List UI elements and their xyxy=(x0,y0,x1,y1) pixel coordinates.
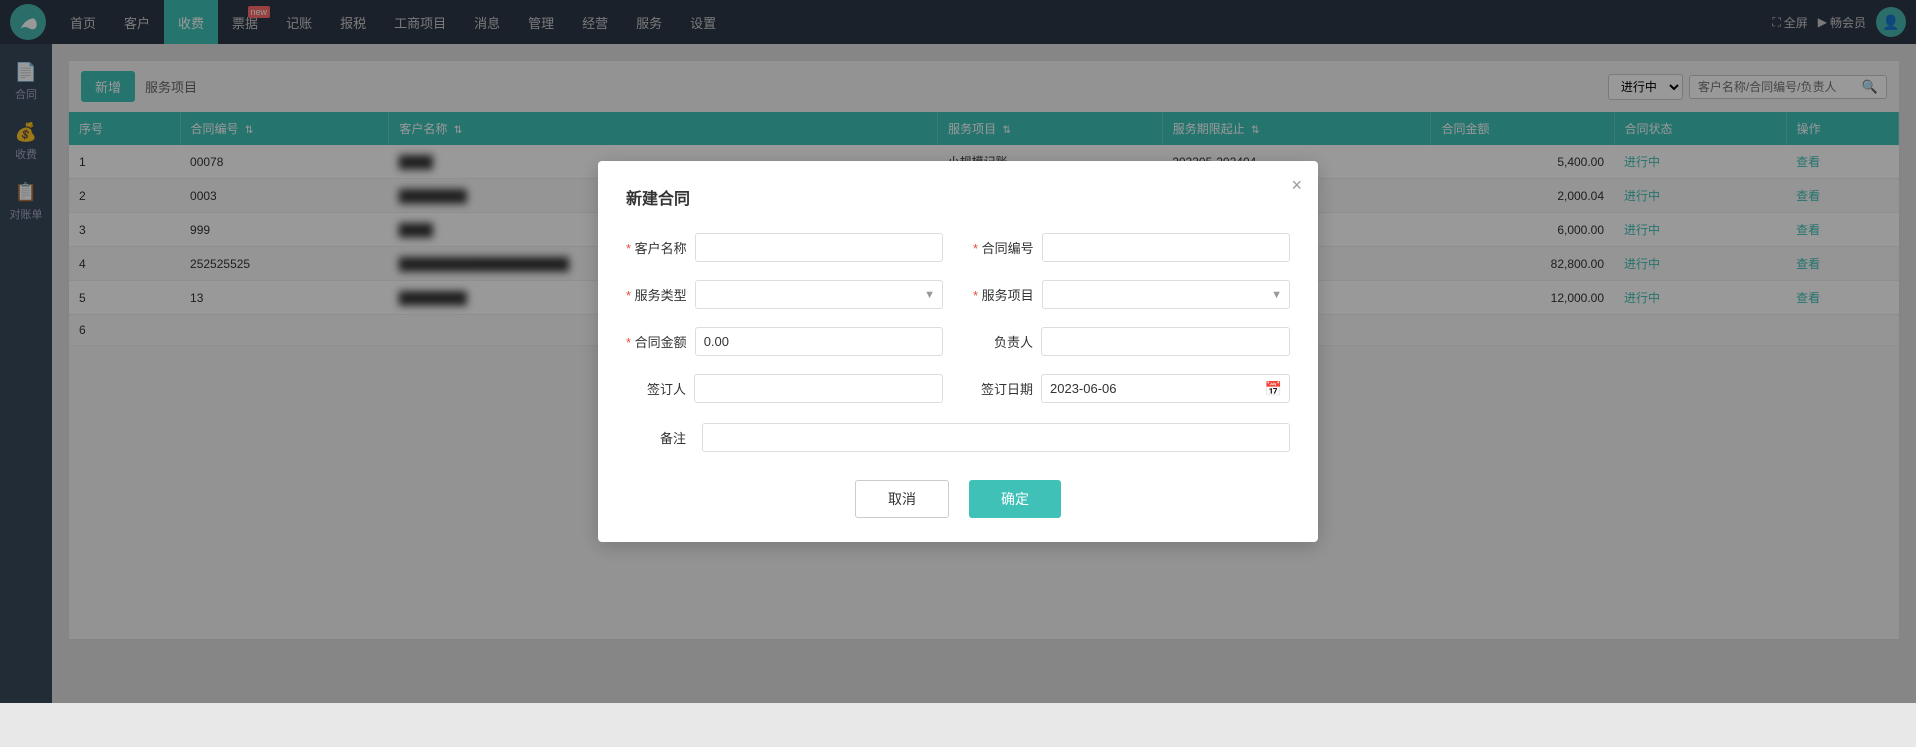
signer-label: 签订人 xyxy=(626,379,686,398)
calendar-icon[interactable]: 📅 xyxy=(1265,380,1282,397)
field-sign-date: 签订日期 📅 xyxy=(973,374,1290,403)
responsible-label: 负责人 xyxy=(973,332,1033,351)
sign-date-input[interactable] xyxy=(1041,374,1290,403)
service-item-select[interactable] xyxy=(1042,280,1290,309)
modal-actions: 取消 确定 xyxy=(626,480,1290,518)
contract-no-input[interactable] xyxy=(1042,233,1290,262)
field-service-item: 服务项目 ▼ xyxy=(973,280,1290,309)
remark-input[interactable] xyxy=(702,423,1290,452)
form-grid: 客户名称 合同编号 服务类型 ▼ 服务项目 ▼ xyxy=(626,233,1290,403)
new-contract-modal: × 新建合同 客户名称 合同编号 服务类型 ▼ xyxy=(598,161,1318,542)
remark-label: 备注 xyxy=(626,428,686,447)
service-type-select[interactable] xyxy=(695,280,943,309)
sign-date-label: 签订日期 xyxy=(973,379,1033,398)
contract-no-label: 合同编号 xyxy=(973,238,1034,257)
field-contract-no: 合同编号 xyxy=(973,233,1290,262)
service-item-form-label: 服务项目 xyxy=(973,285,1034,304)
modal-close-button[interactable]: × xyxy=(1291,175,1302,196)
cancel-button[interactable]: 取消 xyxy=(855,480,949,518)
service-type-select-wrap: ▼ xyxy=(695,280,943,309)
field-contract-amount: 合同金额 xyxy=(626,327,943,356)
signer-input[interactable] xyxy=(694,374,943,403)
responsible-input[interactable] xyxy=(1041,327,1290,356)
contract-amount-label: 合同金额 xyxy=(626,332,687,351)
service-type-label: 服务类型 xyxy=(626,285,687,304)
sign-date-wrap: 📅 xyxy=(1041,374,1290,403)
modal-title: 新建合同 xyxy=(626,185,1290,209)
field-customer-name: 客户名称 xyxy=(626,233,943,262)
field-service-type: 服务类型 ▼ xyxy=(626,280,943,309)
service-item-select-wrap: ▼ xyxy=(1042,280,1290,309)
field-responsible: 负责人 xyxy=(973,327,1290,356)
field-signer: 签订人 xyxy=(626,374,943,403)
modal-overlay: × 新建合同 客户名称 合同编号 服务类型 ▼ xyxy=(0,0,1916,703)
customer-name-input[interactable] xyxy=(695,233,943,262)
contract-amount-input[interactable] xyxy=(695,327,943,356)
field-remark: 备注 xyxy=(626,423,1290,452)
confirm-button[interactable]: 确定 xyxy=(969,480,1061,518)
customer-name-label: 客户名称 xyxy=(626,238,687,257)
